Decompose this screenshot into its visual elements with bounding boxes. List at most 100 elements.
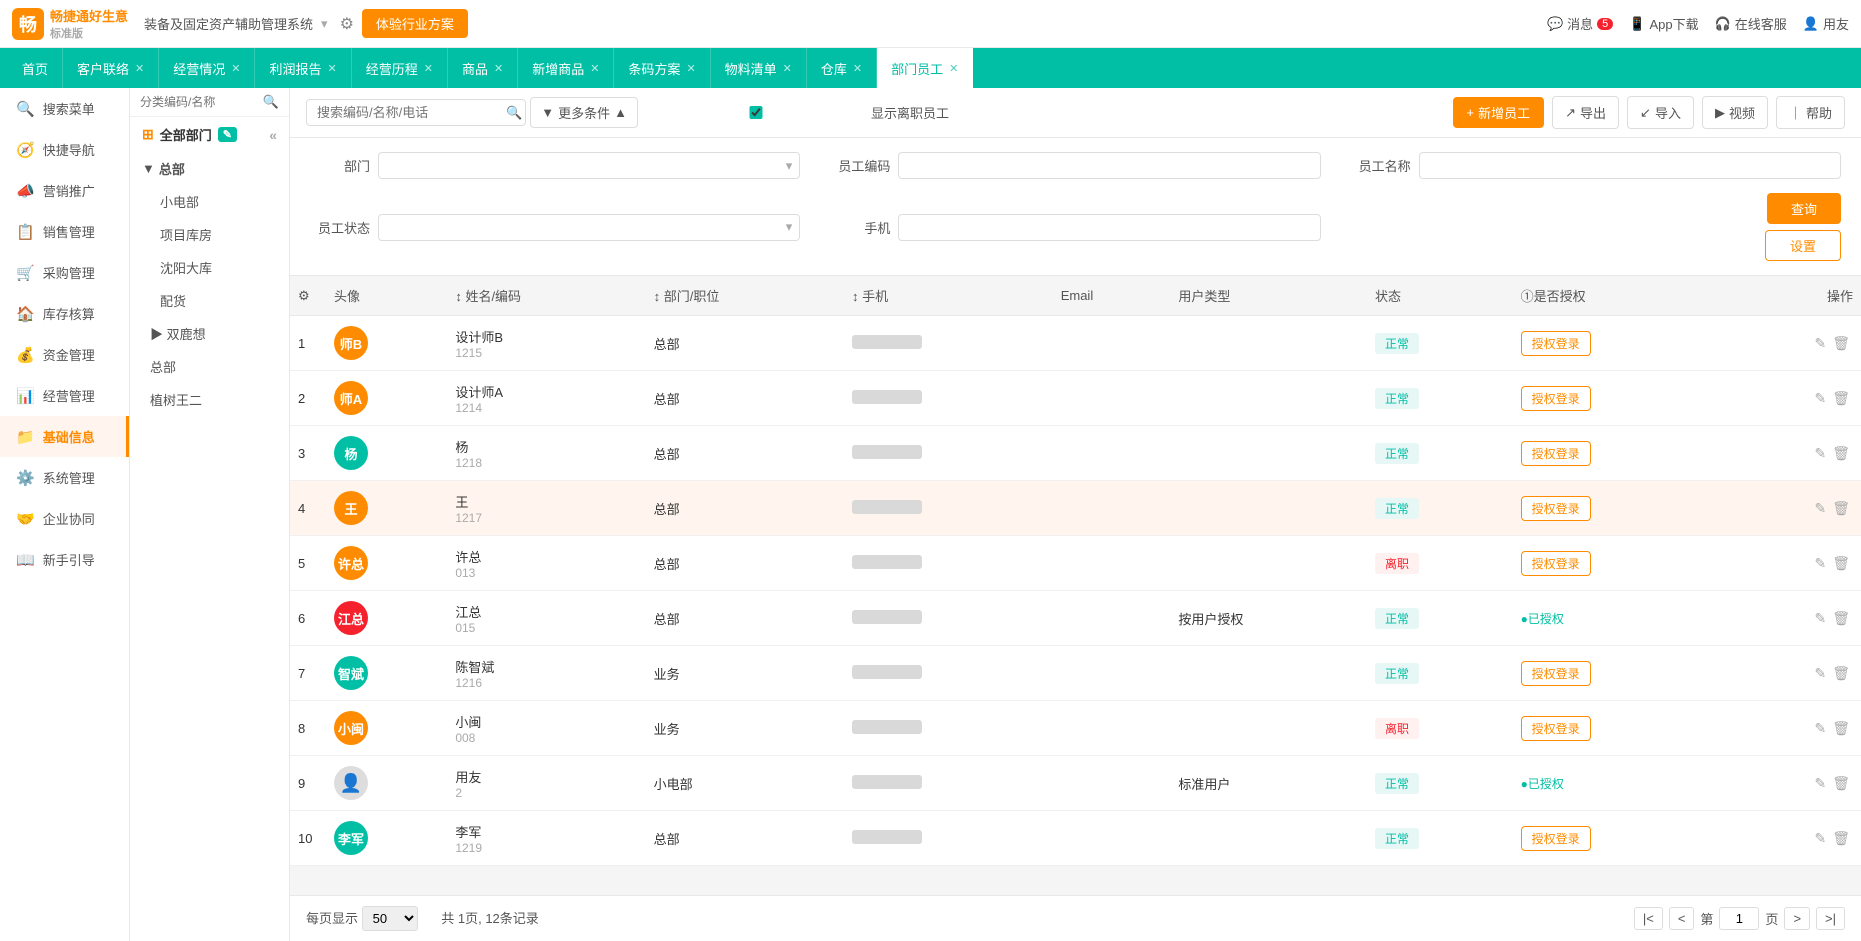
delete-icon[interactable]: 🗑 bbox=[1832, 445, 1850, 461]
auth-login-btn[interactable]: 授权登录 bbox=[1521, 551, 1591, 576]
first-page-btn[interactable]: |< bbox=[1634, 907, 1663, 930]
dept-search-input[interactable] bbox=[140, 95, 259, 109]
nav-tab-dept-staff[interactable]: 部门员工✕ bbox=[877, 48, 973, 88]
sidebar-item-purchase[interactable]: 🛒 采购管理 bbox=[0, 252, 129, 293]
trial-button[interactable]: 体验行业方案 bbox=[362, 9, 468, 38]
nav-tab-profit[interactable]: 利润报告✕ bbox=[255, 48, 351, 88]
close-icon[interactable]: ✕ bbox=[686, 62, 695, 75]
nav-tab-warehouse[interactable]: 仓库✕ bbox=[807, 48, 877, 88]
dept-all-btn[interactable]: ⊞ 全部部门 ✎ « bbox=[130, 117, 289, 152]
show-resigned-checkbox[interactable]: 显示离职员工 bbox=[646, 103, 949, 122]
prev-page-btn[interactable]: < bbox=[1669, 907, 1695, 930]
delete-icon[interactable]: 🗑 bbox=[1832, 665, 1850, 681]
set-button[interactable]: 设置 bbox=[1765, 230, 1841, 261]
nav-tab-journey[interactable]: 经营历程✕ bbox=[352, 48, 448, 88]
video-button[interactable]: ▶ 视频 bbox=[1702, 96, 1768, 129]
sidebar-item-finance[interactable]: 💰 资金管理 bbox=[0, 334, 129, 375]
delete-icon[interactable]: 🗑 bbox=[1832, 390, 1850, 406]
add-staff-button[interactable]: + 新增员工 bbox=[1453, 97, 1545, 128]
sidebar-item-guide[interactable]: 📖 新手引导 bbox=[0, 539, 129, 580]
dept-item-peihuo[interactable]: 配货 bbox=[130, 284, 289, 317]
close-icon[interactable]: ✕ bbox=[783, 62, 792, 75]
delete-icon[interactable]: 🗑 bbox=[1832, 335, 1850, 351]
dept-item-zongbu[interactable]: 总部 bbox=[130, 350, 289, 383]
row-dept: 小电部 bbox=[646, 756, 844, 811]
auth-login-btn[interactable]: 授权登录 bbox=[1521, 386, 1591, 411]
auth-login-btn[interactable]: 授权登录 bbox=[1521, 331, 1591, 356]
last-page-btn[interactable]: >| bbox=[1816, 907, 1845, 930]
close-icon[interactable]: ✕ bbox=[328, 62, 337, 75]
close-icon[interactable]: ✕ bbox=[949, 62, 958, 75]
sidebar-item-sales[interactable]: 📋 销售管理 bbox=[0, 211, 129, 252]
edit-icon[interactable]: ✎ bbox=[1814, 665, 1826, 681]
emp-code-input[interactable] bbox=[898, 152, 1320, 179]
edit-icon[interactable]: ✎ bbox=[1814, 335, 1826, 351]
sidebar-item-basic[interactable]: 📁 基础信息 bbox=[0, 416, 129, 457]
collapse-btn[interactable]: « bbox=[269, 127, 277, 143]
delete-icon[interactable]: 🗑 bbox=[1832, 610, 1850, 626]
sidebar-item-search[interactable]: 🔍 搜索菜单 bbox=[0, 88, 129, 129]
nav-tab-barcode[interactable]: 条码方案✕ bbox=[614, 48, 710, 88]
auth-login-btn[interactable]: 授权登录 bbox=[1521, 716, 1591, 741]
auth-login-btn[interactable]: 授权登录 bbox=[1521, 661, 1591, 686]
help-button[interactable]: ｜ 帮助 bbox=[1776, 96, 1845, 129]
edit-icon[interactable]: ✎ bbox=[1814, 390, 1826, 406]
query-button[interactable]: 查询 bbox=[1767, 193, 1841, 224]
edit-icon[interactable]: ✎ bbox=[1814, 445, 1826, 461]
delete-icon[interactable]: 🗑 bbox=[1832, 720, 1850, 736]
emp-name-input[interactable] bbox=[1419, 152, 1841, 179]
dept-item-shenyang[interactable]: 沈阳大库 bbox=[130, 251, 289, 284]
phone-input[interactable] bbox=[898, 214, 1320, 241]
delete-icon[interactable]: 🗑 bbox=[1832, 555, 1850, 571]
dept-item-zhishu[interactable]: 植树王二 bbox=[130, 383, 289, 416]
dept-item-xiaodian[interactable]: 小电部 bbox=[130, 185, 289, 218]
sidebar-item-nav[interactable]: 🧭 快捷导航 bbox=[0, 129, 129, 170]
nav-tab-add-goods[interactable]: 新增商品✕ bbox=[518, 48, 614, 88]
nav-tab-home[interactable]: 首页 bbox=[8, 48, 63, 88]
sidebar-item-system[interactable]: ⚙️ 系统管理 bbox=[0, 457, 129, 498]
page-number-input[interactable] bbox=[1719, 907, 1759, 930]
edit-icon[interactable]: ✎ bbox=[1814, 720, 1826, 736]
edit-icon[interactable]: ✎ bbox=[1814, 830, 1826, 846]
edit-icon[interactable]: ✎ bbox=[1814, 610, 1826, 626]
settings-icon[interactable]: ⚙ bbox=[340, 14, 354, 34]
close-icon[interactable]: ✕ bbox=[135, 62, 144, 75]
status-select[interactable] bbox=[378, 214, 800, 241]
dept-group-head[interactable]: ▼ 总部 bbox=[130, 152, 289, 185]
auth-login-btn[interactable]: 授权登录 bbox=[1521, 826, 1591, 851]
dept-item-shuanglu[interactable]: ▶ 双鹿想 bbox=[130, 317, 289, 350]
edit-icon[interactable]: ✎ bbox=[1814, 500, 1826, 516]
delete-icon[interactable]: 🗑 bbox=[1832, 775, 1850, 791]
export-button[interactable]: ↗ 导出 bbox=[1552, 96, 1619, 129]
dept-item-project[interactable]: 项目库房 bbox=[130, 218, 289, 251]
sidebar-item-marketing[interactable]: 📣 营销推广 bbox=[0, 170, 129, 211]
dept-select[interactable] bbox=[378, 152, 800, 179]
delete-icon[interactable]: 🗑 bbox=[1832, 500, 1850, 516]
more-conditions-btn[interactable]: ▼ 更多条件 ▲ bbox=[530, 97, 638, 128]
nav-tab-customer[interactable]: 客户联络✕ bbox=[63, 48, 159, 88]
delete-icon[interactable]: 🗑 bbox=[1832, 830, 1850, 846]
edit-icon[interactable]: ✎ bbox=[1814, 555, 1826, 571]
nav-tab-bom[interactable]: 物料清单✕ bbox=[711, 48, 807, 88]
import-button[interactable]: ↙ 导入 bbox=[1627, 96, 1694, 129]
message-btn[interactable]: 💬 消息 5 bbox=[1547, 14, 1613, 33]
nav-tab-goods[interactable]: 商品✕ bbox=[448, 48, 518, 88]
close-icon[interactable]: ✕ bbox=[853, 62, 862, 75]
auth-login-btn[interactable]: 授权登录 bbox=[1521, 496, 1591, 521]
close-icon[interactable]: ✕ bbox=[494, 62, 503, 75]
sidebar-item-business[interactable]: 📊 经营管理 bbox=[0, 375, 129, 416]
service-btn[interactable]: 🎧 在线客服 bbox=[1715, 14, 1787, 33]
sidebar-item-collab[interactable]: 🤝 企业协同 bbox=[0, 498, 129, 539]
edit-icon[interactable]: ✎ bbox=[1814, 775, 1826, 791]
close-icon[interactable]: ✕ bbox=[424, 62, 433, 75]
per-page-select[interactable]: 5020100 bbox=[362, 906, 418, 931]
search-input[interactable] bbox=[306, 99, 526, 126]
app-download-btn[interactable]: 📱 App下载 bbox=[1629, 14, 1698, 33]
user-btn[interactable]: 👤 用友 bbox=[1803, 14, 1849, 33]
close-icon[interactable]: ✕ bbox=[590, 62, 599, 75]
close-icon[interactable]: ✕ bbox=[231, 62, 240, 75]
sidebar-item-inventory[interactable]: 🏠 库存核算 bbox=[0, 293, 129, 334]
nav-tab-operation[interactable]: 经营情况✕ bbox=[159, 48, 255, 88]
auth-login-btn[interactable]: 授权登录 bbox=[1521, 441, 1591, 466]
next-page-btn[interactable]: > bbox=[1784, 907, 1810, 930]
